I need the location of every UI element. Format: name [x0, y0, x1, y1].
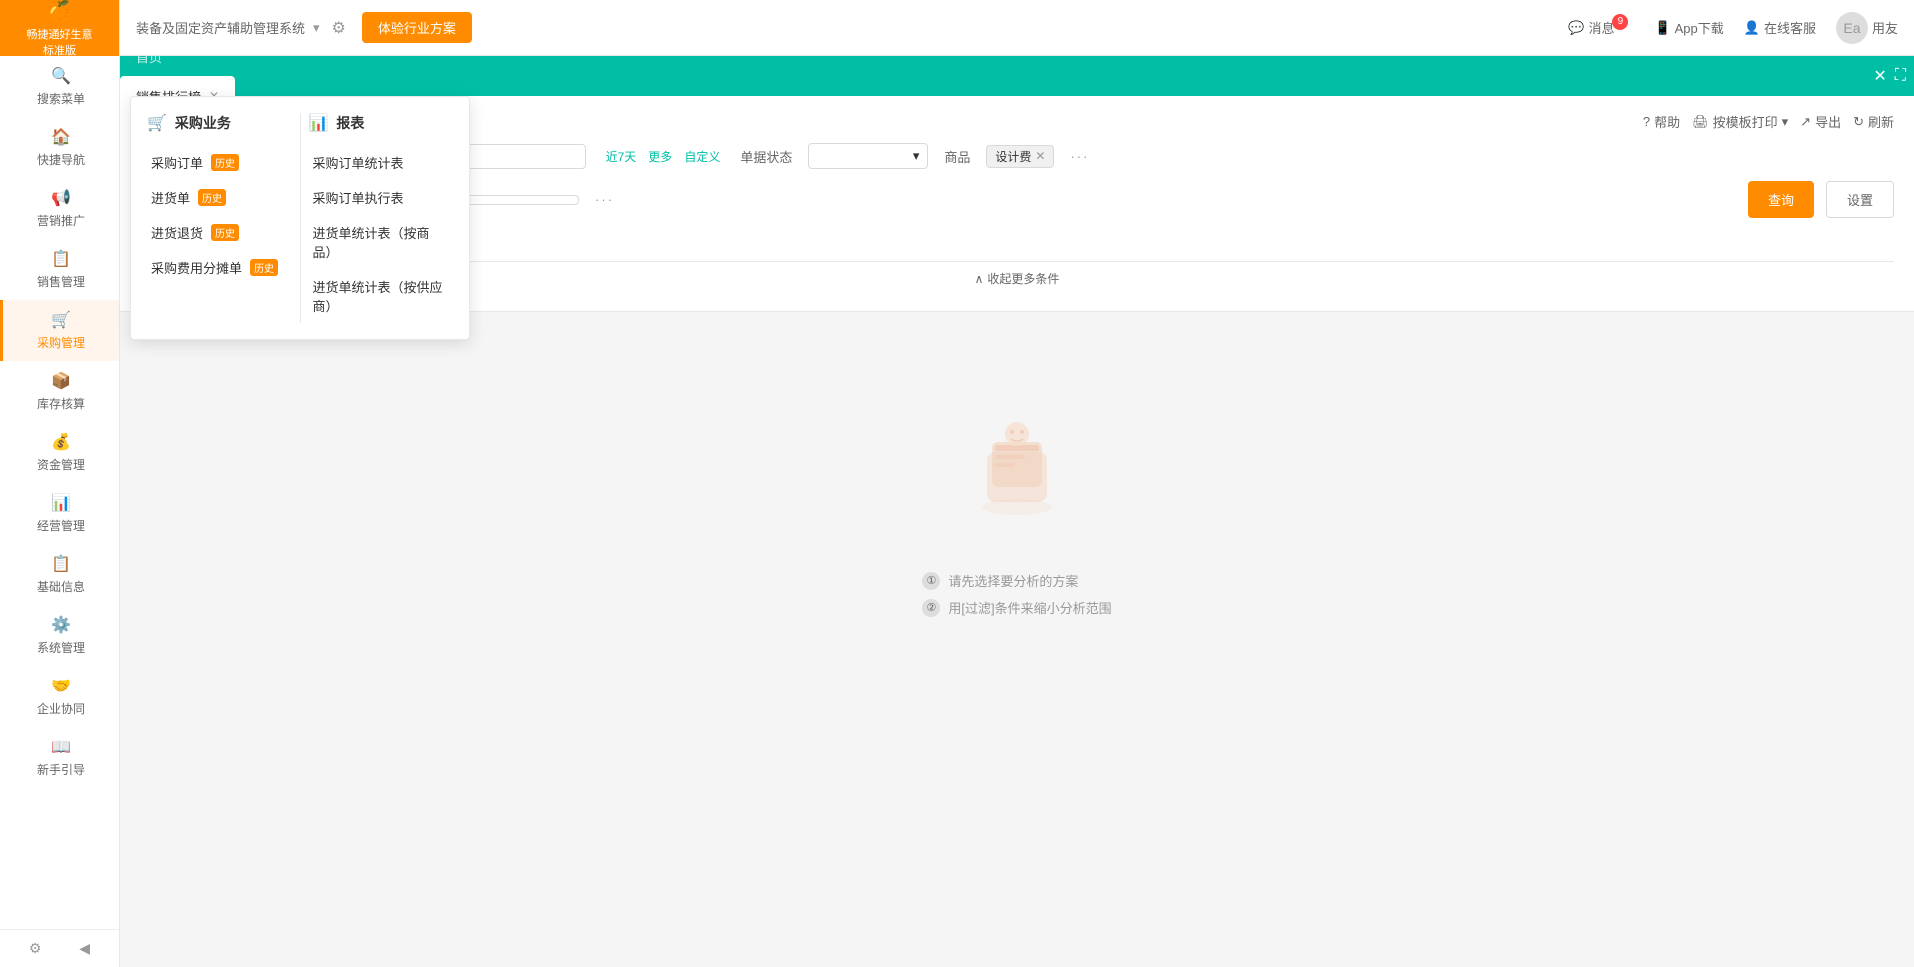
purchase-col: 🛒 采购业务 采购订单历史进货单历史进货退货历史采购费用分摊单历史 [147, 113, 292, 323]
report-col-icon: 📊 [309, 113, 329, 133]
item-label: 进货单统计表（按供应商） [313, 277, 450, 315]
item-label: 采购订单执行表 [313, 188, 404, 207]
item-label: 进货退货 [151, 223, 203, 242]
history-badge: 历史 [250, 259, 278, 276]
dropdown-menu: 🛒 采购业务 采购订单历史进货单历史进货退货历史采购费用分摊单历史 📊 报表 采… [130, 96, 470, 340]
purchase-item-采购订单[interactable]: 采购订单历史 [147, 145, 292, 180]
history-badge: 历史 [211, 224, 239, 241]
purchase-col-label: 采购业务 [175, 113, 231, 133]
item-label: 采购费用分摊单 [151, 258, 242, 277]
purchase-col-title: 🛒 采购业务 [147, 113, 292, 133]
col-divider [300, 113, 301, 323]
purchase-item-采购费用分摊单[interactable]: 采购费用分摊单历史 [147, 250, 292, 285]
item-label: 采购订单统计表 [313, 153, 404, 172]
report-item-采购订单执行表[interactable]: 采购订单执行表 [309, 180, 454, 215]
purchase-item-进货退货[interactable]: 进货退货历史 [147, 215, 292, 250]
item-label: 进货单统计表（按商品） [313, 223, 450, 261]
item-label: 采购订单 [151, 153, 203, 172]
report-item-进货单统计表（按商品）[interactable]: 进货单统计表（按商品） [309, 215, 454, 269]
report-col-label: 报表 [336, 113, 364, 133]
history-badge: 历史 [211, 154, 239, 171]
report-col: 📊 报表 采购订单统计表采购订单执行表进货单统计表（按商品） 进货单统计表（按供应… [309, 113, 454, 323]
purchase-col-icon: 🛒 [147, 113, 167, 133]
dropdown-cols: 🛒 采购业务 采购订单历史进货单历史进货退货历史采购费用分摊单历史 📊 报表 采… [147, 113, 453, 323]
item-label: 进货单 [151, 188, 190, 207]
report-item-进货单统计表（按供应商）[interactable]: 进货单统计表（按供应商） [309, 269, 454, 323]
report-item-采购订单统计表[interactable]: 采购订单统计表 [309, 145, 454, 180]
history-badge: 历史 [198, 189, 226, 206]
report-col-title: 📊 报表 [309, 113, 454, 133]
purchase-item-进货单[interactable]: 进货单历史 [147, 180, 292, 215]
